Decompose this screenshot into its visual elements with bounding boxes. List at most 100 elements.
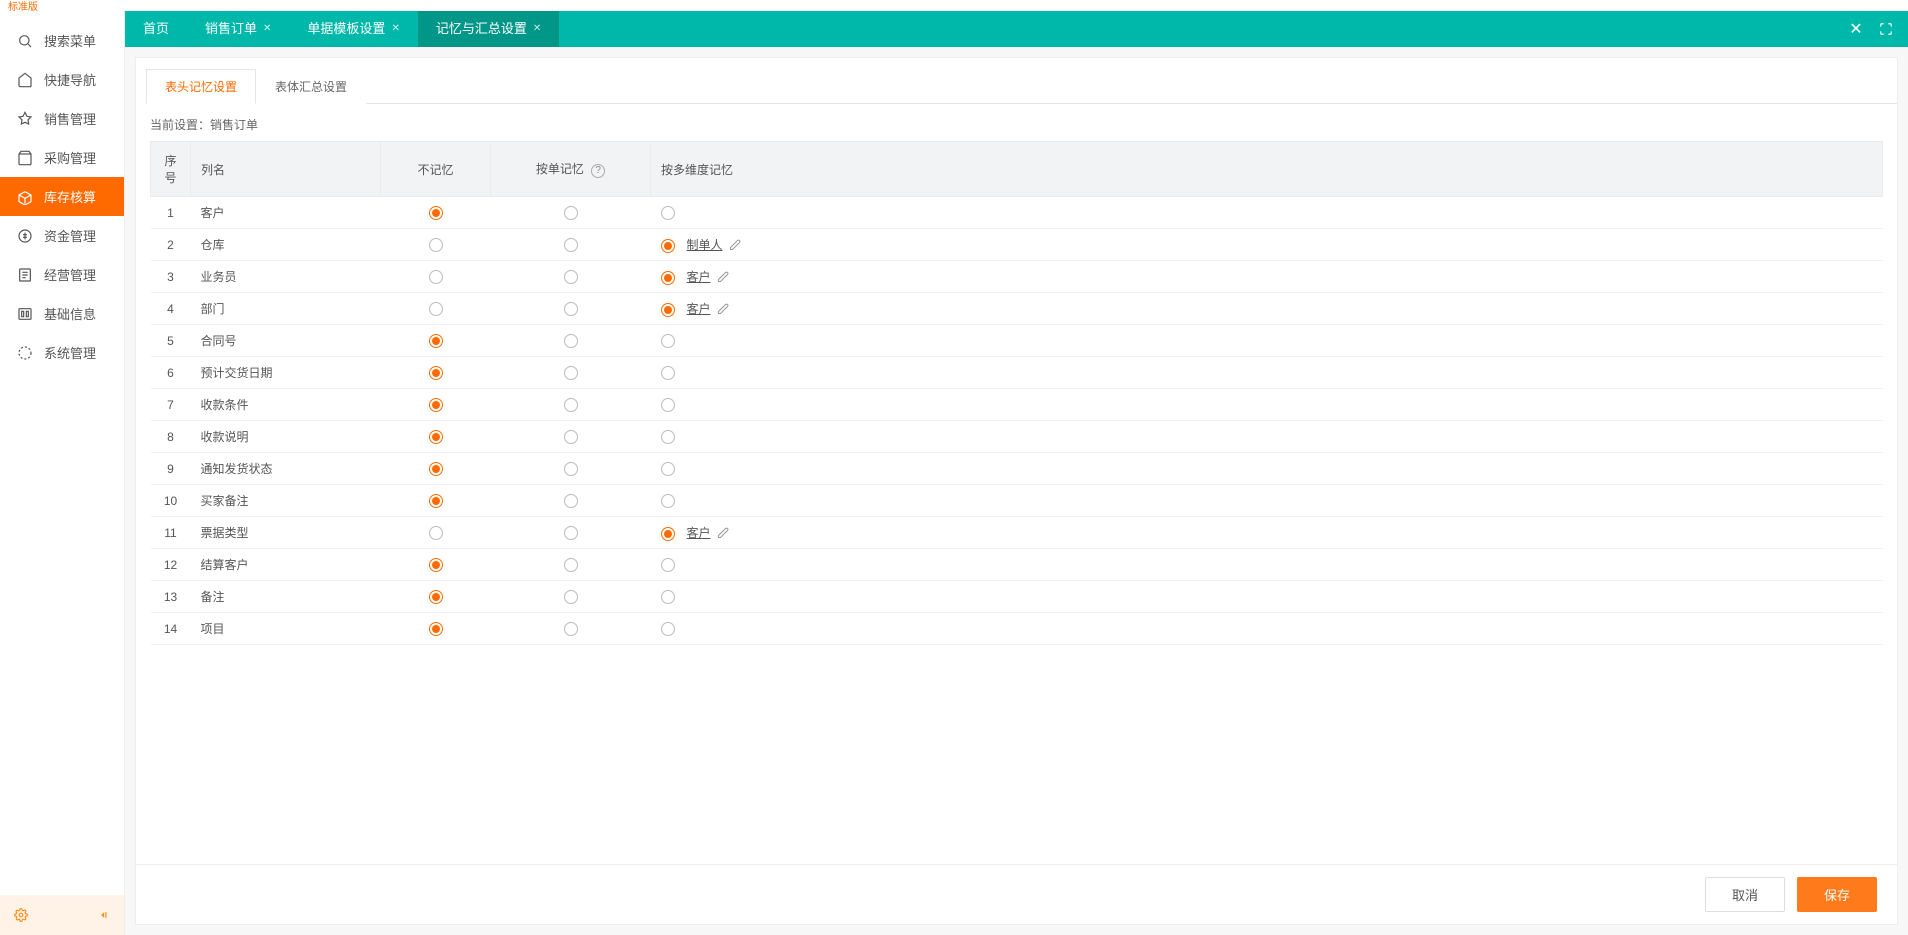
radio-no_memory[interactable] — [429, 366, 443, 380]
radio-by_bill[interactable] — [564, 398, 578, 412]
radio-no_memory[interactable] — [429, 590, 443, 604]
cell-column-name: 项目 — [191, 613, 381, 645]
dimension-link[interactable]: 制单人 — [687, 236, 723, 253]
tab[interactable]: 记忆与汇总设置✕ — [418, 11, 559, 47]
cell-no-memory — [381, 261, 491, 293]
cell-by-dim: 客户 — [651, 261, 1883, 293]
radio-by_bill[interactable] — [564, 430, 578, 444]
radio-by_dim[interactable] — [661, 430, 675, 444]
close-icon[interactable]: ✕ — [263, 11, 271, 47]
help-icon[interactable]: ? — [591, 164, 605, 178]
cell-by-dim — [651, 421, 1883, 453]
radio-by_bill[interactable] — [564, 334, 578, 348]
radio-by_dim[interactable] — [661, 462, 675, 476]
close-all-tabs-icon[interactable]: ✕ — [1844, 17, 1868, 41]
radio-by_bill[interactable] — [564, 462, 578, 476]
cell-column-name: 票据类型 — [191, 517, 381, 549]
dimension-link[interactable]: 客户 — [687, 268, 711, 285]
radio-by_bill[interactable] — [564, 494, 578, 508]
radio-by_bill[interactable] — [564, 558, 578, 572]
edition-badge: 标准版 — [8, 0, 38, 13]
sidebar-item-system[interactable]: 系统管理 — [0, 333, 124, 372]
radio-no_memory[interactable] — [429, 622, 443, 636]
cell-column-name: 收款条件 — [191, 389, 381, 421]
edit-icon[interactable] — [717, 303, 729, 315]
tab-label: 首页 — [143, 11, 169, 47]
radio-by_bill[interactable] — [564, 238, 578, 252]
sidebar-item-home[interactable]: 快捷导航 — [0, 60, 124, 99]
radio-by_bill[interactable] — [564, 206, 578, 220]
radio-no_memory[interactable] — [429, 558, 443, 572]
table-row: 2仓库制单人 — [151, 229, 1883, 261]
close-icon[interactable]: ✕ — [533, 11, 541, 47]
cell-seq: 6 — [151, 357, 191, 389]
radio-by_dim[interactable] — [661, 334, 675, 348]
radio-by_dim[interactable] — [661, 303, 675, 317]
sidebar: 搜索菜单快捷导航销售管理采购管理库存核算资金管理经营管理基础信息系统管理 — [0, 11, 125, 935]
radio-no_memory[interactable] — [429, 206, 443, 220]
tab[interactable]: 首页 — [125, 11, 187, 47]
fullscreen-icon[interactable] — [1874, 17, 1898, 41]
radio-by_dim[interactable] — [661, 558, 675, 572]
sidebar-item-base[interactable]: 基础信息 — [0, 294, 124, 333]
cell-by-bill — [491, 581, 651, 613]
radio-no_memory[interactable] — [429, 302, 443, 316]
radio-by_bill[interactable] — [564, 302, 578, 316]
radio-no_memory[interactable] — [429, 334, 443, 348]
sidebar-item-label: 系统管理 — [44, 343, 96, 362]
radio-no_memory[interactable] — [429, 494, 443, 508]
sub-tab[interactable]: 表头记忆设置 — [146, 69, 256, 104]
radio-by_dim[interactable] — [661, 206, 675, 220]
tab[interactable]: 销售订单✕ — [187, 11, 289, 47]
radio-no_memory[interactable] — [429, 238, 443, 252]
cancel-button[interactable]: 取消 — [1705, 877, 1785, 912]
save-button[interactable]: 保存 — [1797, 877, 1877, 912]
radio-by_bill[interactable] — [564, 526, 578, 540]
sidebar-item-stock[interactable]: 库存核算 — [0, 177, 124, 216]
edit-icon[interactable] — [717, 271, 729, 283]
radio-no_memory[interactable] — [429, 462, 443, 476]
cell-no-memory — [381, 357, 491, 389]
radio-no_memory[interactable] — [429, 526, 443, 540]
sidebar-collapse-icon[interactable] — [96, 908, 110, 922]
col-no-memory: 不记忆 — [381, 142, 491, 197]
radio-by_dim[interactable] — [661, 527, 675, 541]
sidebar-item-search[interactable]: 搜索菜单 — [0, 21, 124, 60]
radio-by_dim[interactable] — [661, 366, 675, 380]
sidebar-item-sale[interactable]: 销售管理 — [0, 99, 124, 138]
edit-icon[interactable] — [729, 239, 741, 251]
dimension-link[interactable]: 客户 — [687, 300, 711, 317]
cell-column-name: 业务员 — [191, 261, 381, 293]
sub-tab[interactable]: 表体汇总设置 — [256, 69, 366, 104]
radio-no_memory[interactable] — [429, 430, 443, 444]
radio-by_bill[interactable] — [564, 366, 578, 380]
cell-seq: 13 — [151, 581, 191, 613]
home-icon — [16, 71, 34, 89]
table-row: 9通知发货状态 — [151, 453, 1883, 485]
radio-by_dim[interactable] — [661, 271, 675, 285]
radio-by_dim[interactable] — [661, 398, 675, 412]
radio-by_bill[interactable] — [564, 590, 578, 604]
sidebar-item-money[interactable]: 资金管理 — [0, 216, 124, 255]
tab[interactable]: 单据模板设置✕ — [289, 11, 417, 47]
table-row: 3业务员 客户 — [151, 261, 1883, 293]
radio-by_dim[interactable] — [661, 590, 675, 604]
cell-no-memory — [381, 197, 491, 229]
radio-by_bill[interactable] — [564, 622, 578, 636]
sidebar-item-cart[interactable]: 采购管理 — [0, 138, 124, 177]
cell-seq: 3 — [151, 261, 191, 293]
radio-by_dim[interactable] — [661, 622, 675, 636]
edit-icon[interactable] — [717, 527, 729, 539]
sale-icon — [16, 110, 34, 128]
sidebar-item-report[interactable]: 经营管理 — [0, 255, 124, 294]
cell-by-dim — [651, 613, 1883, 645]
radio-by_dim[interactable] — [661, 494, 675, 508]
close-icon[interactable]: ✕ — [391, 11, 399, 47]
money-icon — [16, 227, 34, 245]
dimension-link[interactable]: 客户 — [687, 524, 711, 541]
radio-by_dim[interactable] — [661, 239, 675, 253]
settings-gear-icon[interactable] — [14, 908, 28, 922]
radio-by_bill[interactable] — [564, 270, 578, 284]
radio-no_memory[interactable] — [429, 398, 443, 412]
radio-no_memory[interactable] — [429, 270, 443, 284]
